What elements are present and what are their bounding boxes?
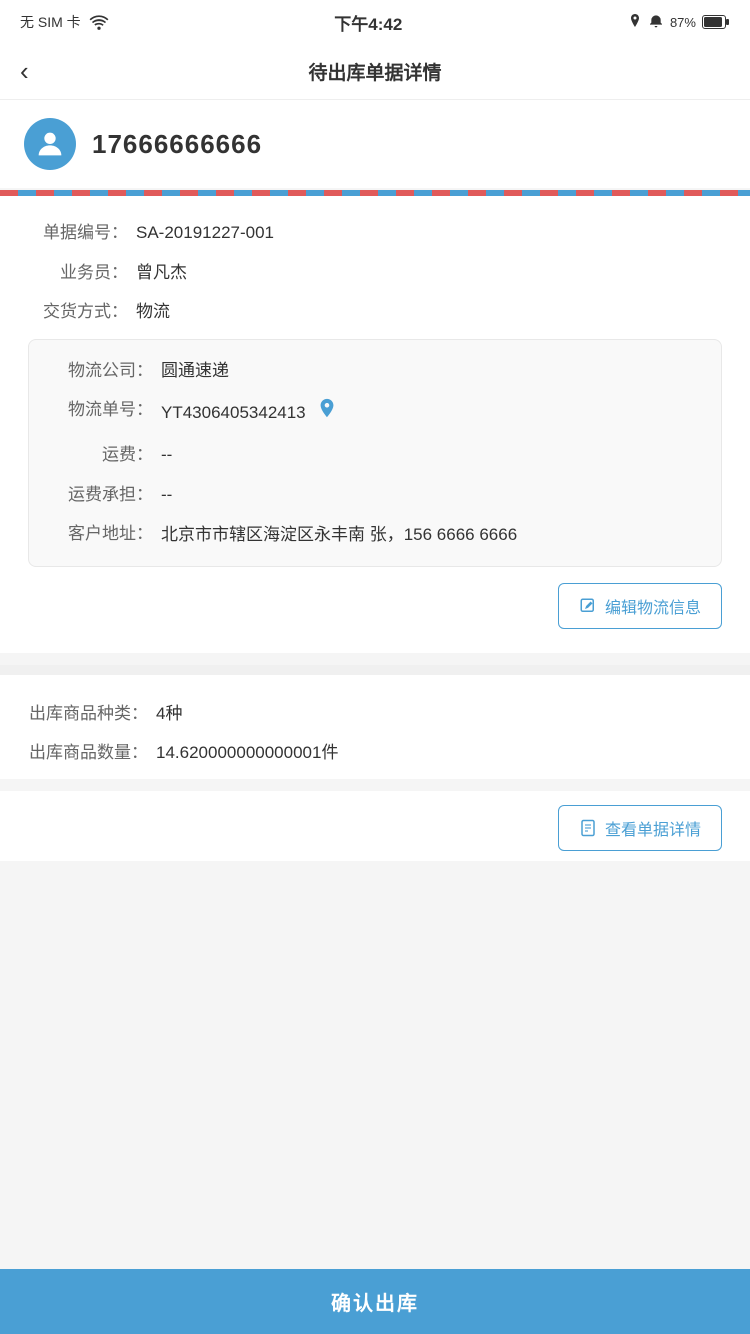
freight-value: -- (161, 442, 697, 468)
status-time: 下午4:42 (334, 10, 402, 35)
view-detail-label: 查看单据详情 (605, 816, 701, 840)
confirm-button-area[interactable]: 确认出库 (0, 1269, 750, 1334)
freight-bearer-label: 运费承担： (53, 482, 153, 508)
logistics-company-row: 物流公司： 圆通速递 (53, 358, 697, 384)
status-indicators: 87% (628, 14, 730, 30)
wifi-icon (89, 14, 109, 30)
page-title: 待出库单据详情 (308, 58, 441, 85)
logistics-company-label: 物流公司： (53, 358, 153, 384)
edit-logistics-area: 编辑物流信息 (28, 583, 722, 629)
freight-label: 运费： (53, 442, 153, 468)
logistics-tracking-row: 物流单号： YT4306405342413 (53, 397, 697, 428)
document-icon (579, 819, 597, 837)
logistics-tracking-label: 物流单号： (53, 397, 153, 423)
delivery-label: 交货方式： (28, 299, 128, 325)
section-divider-1 (0, 665, 750, 675)
tracking-number: YT4306405342413 (161, 400, 306, 426)
location-active-icon (628, 14, 642, 30)
salesman-value: 曾凡杰 (136, 260, 722, 286)
user-icon (33, 127, 67, 161)
edit-logistics-button[interactable]: 编辑物流信息 (558, 583, 722, 629)
alarm-icon (648, 14, 664, 30)
back-button[interactable]: ‹ (20, 48, 37, 95)
avatar (24, 118, 76, 170)
salesman-row: 业务员： 曾凡杰 (28, 260, 722, 286)
goods-section: 出库商品种类： 4种 出库商品数量： 14.620000000000001件 (0, 675, 750, 779)
status-bar: 无 SIM 卡 下午4:42 87% (0, 0, 750, 44)
goods-types-value: 4种 (156, 699, 182, 724)
order-info-section: 单据编号： SA-20191227-001 业务员： 曾凡杰 交货方式： 物流 … (0, 196, 750, 653)
status-carrier: 无 SIM 卡 (20, 12, 109, 32)
freight-row: 运费： -- (53, 442, 697, 468)
address-label: 客户地址： (53, 521, 153, 547)
customer-phone: 17666666666 (92, 129, 262, 160)
battery-text: 87% (670, 15, 696, 30)
goods-types-label: 出库商品种类： (28, 699, 148, 724)
address-row: 客户地址： 北京市市辖区海淀区永丰南 张，156 6666 6666 (53, 521, 697, 548)
view-detail-button[interactable]: 查看单据详情 (558, 805, 722, 851)
page: 无 SIM 卡 下午4:42 87% ‹ 待出库单据详情 (0, 0, 750, 1334)
customer-header: 17666666666 (0, 100, 750, 188)
order-number-row: 单据编号： SA-20191227-001 (28, 220, 722, 246)
battery-icon (702, 14, 730, 30)
salesman-label: 业务员： (28, 260, 128, 286)
order-number-label: 单据编号： (28, 220, 128, 246)
edit-icon (579, 597, 597, 615)
spacer (0, 861, 750, 1264)
freight-bearer-row: 运费承担： -- (53, 482, 697, 508)
goods-quantity-label: 出库商品数量： (28, 738, 148, 763)
logistics-card: 物流公司： 圆通速递 物流单号： YT4306405342413 运费： -- … (28, 339, 722, 568)
delivery-value: 物流 (136, 299, 722, 325)
logistics-tracking-value: YT4306405342413 (161, 397, 697, 428)
goods-quantity-row: 出库商品数量： 14.620000000000001件 (28, 738, 722, 763)
address-value: 北京市市辖区海淀区永丰南 张，156 6666 6666 (161, 521, 697, 548)
freight-bearer-value: -- (161, 482, 697, 508)
nav-bar: ‹ 待出库单据详情 (0, 44, 750, 100)
logistics-company-value: 圆通速递 (161, 358, 697, 384)
goods-quantity-value: 14.620000000000001件 (156, 738, 338, 763)
edit-logistics-label: 编辑物流信息 (605, 594, 701, 618)
confirm-button-label: 确认出库 (331, 1287, 419, 1316)
map-pin-icon[interactable] (316, 397, 338, 428)
delivery-row: 交货方式： 物流 (28, 299, 722, 325)
carrier-text: 无 SIM 卡 (20, 12, 81, 32)
order-number-value: SA-20191227-001 (136, 220, 722, 246)
goods-types-row: 出库商品种类： 4种 (28, 699, 722, 724)
view-detail-area: 查看单据详情 (0, 791, 750, 861)
